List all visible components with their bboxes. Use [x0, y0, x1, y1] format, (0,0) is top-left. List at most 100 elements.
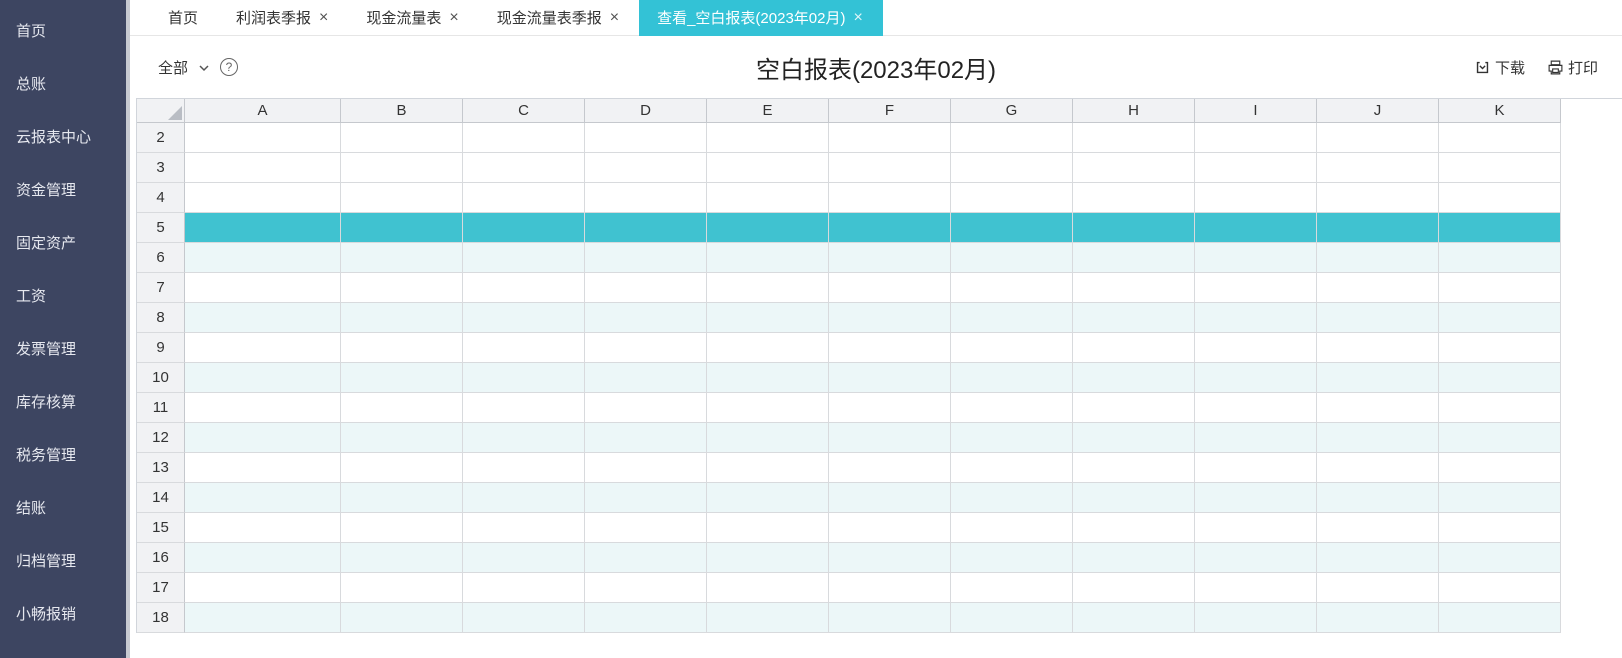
cell-A4[interactable]: [185, 183, 341, 213]
cell-B6[interactable]: [341, 243, 463, 273]
cell-D4[interactable]: [585, 183, 707, 213]
cell-J5[interactable]: [1317, 213, 1439, 243]
row-header-3[interactable]: 3: [137, 153, 185, 183]
cell-E10[interactable]: [707, 363, 829, 393]
cell-H2[interactable]: [1073, 123, 1195, 153]
cell-D16[interactable]: [585, 543, 707, 573]
cell-G13[interactable]: [951, 453, 1073, 483]
cell-A6[interactable]: [185, 243, 341, 273]
cell-E4[interactable]: [707, 183, 829, 213]
cell-H4[interactable]: [1073, 183, 1195, 213]
cell-I16[interactable]: [1195, 543, 1317, 573]
cell-J9[interactable]: [1317, 333, 1439, 363]
row-header-13[interactable]: 13: [137, 453, 185, 483]
column-header-E[interactable]: E: [707, 99, 829, 123]
cell-D6[interactable]: [585, 243, 707, 273]
cell-E9[interactable]: [707, 333, 829, 363]
cell-K14[interactable]: [1439, 483, 1561, 513]
column-header-H[interactable]: H: [1073, 99, 1195, 123]
cell-B3[interactable]: [341, 153, 463, 183]
cell-J8[interactable]: [1317, 303, 1439, 333]
row-header-8[interactable]: 8: [137, 303, 185, 333]
cell-J6[interactable]: [1317, 243, 1439, 273]
cell-F13[interactable]: [829, 453, 951, 483]
cell-H8[interactable]: [1073, 303, 1195, 333]
cell-K10[interactable]: [1439, 363, 1561, 393]
cell-E14[interactable]: [707, 483, 829, 513]
cell-K6[interactable]: [1439, 243, 1561, 273]
cell-I3[interactable]: [1195, 153, 1317, 183]
help-icon[interactable]: ?: [220, 58, 238, 76]
column-header-B[interactable]: B: [341, 99, 463, 123]
close-icon[interactable]: ×: [853, 10, 862, 26]
cell-C3[interactable]: [463, 153, 585, 183]
cell-H14[interactable]: [1073, 483, 1195, 513]
cell-A11[interactable]: [185, 393, 341, 423]
cell-C18[interactable]: [463, 603, 585, 633]
cell-H6[interactable]: [1073, 243, 1195, 273]
cell-A10[interactable]: [185, 363, 341, 393]
cell-A2[interactable]: [185, 123, 341, 153]
sidebar-item-0[interactable]: 首页: [0, 4, 126, 57]
cell-J10[interactable]: [1317, 363, 1439, 393]
cell-C9[interactable]: [463, 333, 585, 363]
cell-I9[interactable]: [1195, 333, 1317, 363]
filter-dropdown[interactable]: 全部 ?: [158, 57, 238, 78]
cell-J3[interactable]: [1317, 153, 1439, 183]
cell-G11[interactable]: [951, 393, 1073, 423]
cell-H3[interactable]: [1073, 153, 1195, 183]
cell-K12[interactable]: [1439, 423, 1561, 453]
cell-C17[interactable]: [463, 573, 585, 603]
cell-G12[interactable]: [951, 423, 1073, 453]
cell-G15[interactable]: [951, 513, 1073, 543]
cell-J2[interactable]: [1317, 123, 1439, 153]
cell-A17[interactable]: [185, 573, 341, 603]
cell-B14[interactable]: [341, 483, 463, 513]
cell-J16[interactable]: [1317, 543, 1439, 573]
cell-K4[interactable]: [1439, 183, 1561, 213]
row-header-4[interactable]: 4: [137, 183, 185, 213]
cell-H12[interactable]: [1073, 423, 1195, 453]
cell-I8[interactable]: [1195, 303, 1317, 333]
cell-G2[interactable]: [951, 123, 1073, 153]
cell-J13[interactable]: [1317, 453, 1439, 483]
cell-F11[interactable]: [829, 393, 951, 423]
cell-K17[interactable]: [1439, 573, 1561, 603]
tab-4[interactable]: 查看_空白报表(2023年02月)×: [639, 0, 883, 36]
cell-B18[interactable]: [341, 603, 463, 633]
cell-D5[interactable]: [585, 213, 707, 243]
cell-F10[interactable]: [829, 363, 951, 393]
cell-H13[interactable]: [1073, 453, 1195, 483]
cell-D2[interactable]: [585, 123, 707, 153]
cell-B7[interactable]: [341, 273, 463, 303]
cell-D3[interactable]: [585, 153, 707, 183]
column-header-C[interactable]: C: [463, 99, 585, 123]
download-button[interactable]: 下载: [1474, 57, 1525, 78]
cell-C10[interactable]: [463, 363, 585, 393]
cell-J18[interactable]: [1317, 603, 1439, 633]
cell-D14[interactable]: [585, 483, 707, 513]
cell-D10[interactable]: [585, 363, 707, 393]
column-header-J[interactable]: J: [1317, 99, 1439, 123]
cell-K3[interactable]: [1439, 153, 1561, 183]
print-button[interactable]: 打印: [1547, 57, 1598, 78]
cell-D13[interactable]: [585, 453, 707, 483]
cell-H18[interactable]: [1073, 603, 1195, 633]
cell-I18[interactable]: [1195, 603, 1317, 633]
cell-A5[interactable]: [185, 213, 341, 243]
cell-C7[interactable]: [463, 273, 585, 303]
close-icon[interactable]: ×: [319, 10, 328, 26]
row-header-2[interactable]: 2: [137, 123, 185, 153]
row-header-9[interactable]: 9: [137, 333, 185, 363]
cell-K2[interactable]: [1439, 123, 1561, 153]
cell-F16[interactable]: [829, 543, 951, 573]
cell-C11[interactable]: [463, 393, 585, 423]
cell-F2[interactable]: [829, 123, 951, 153]
cell-I7[interactable]: [1195, 273, 1317, 303]
cell-F6[interactable]: [829, 243, 951, 273]
cell-E17[interactable]: [707, 573, 829, 603]
cell-J12[interactable]: [1317, 423, 1439, 453]
cell-J7[interactable]: [1317, 273, 1439, 303]
cell-B16[interactable]: [341, 543, 463, 573]
cell-K11[interactable]: [1439, 393, 1561, 423]
